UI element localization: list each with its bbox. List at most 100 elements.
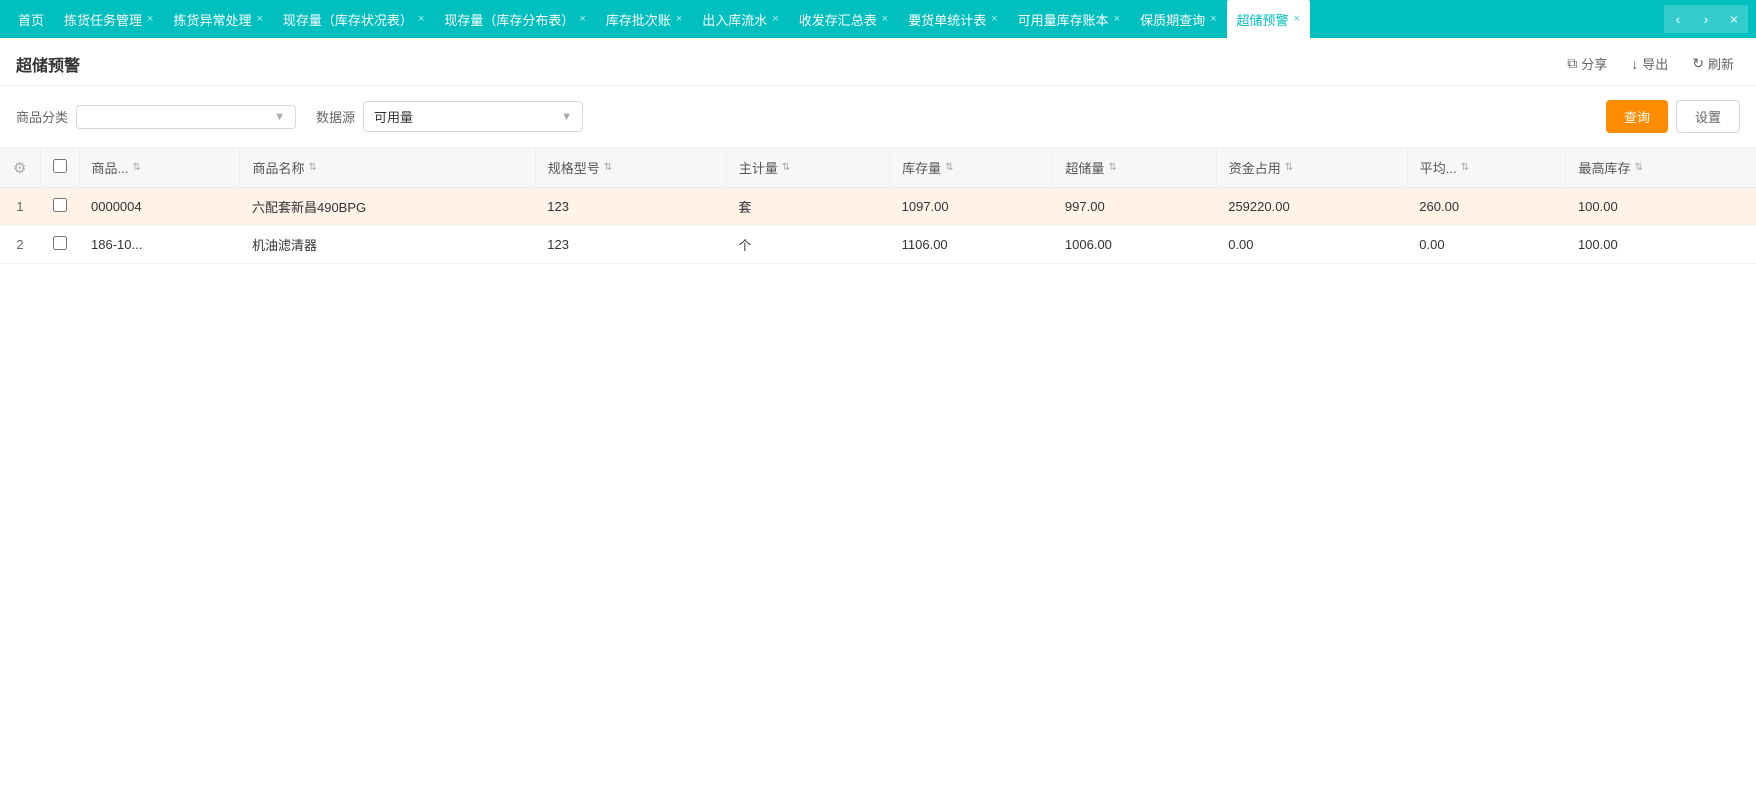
page-title-bar: 超储预警 ⧉ 分享 ↓ 导出 ↻ 刷新 (0, 38, 1756, 86)
row-stock: 1106.00 (890, 226, 1053, 264)
datasource-label: 数据源 (316, 107, 355, 126)
table-header-row: ⚙ 商品... ⇅ 商品名称 ⇅ (0, 148, 1756, 188)
category-select[interactable]: ▼ (76, 105, 296, 129)
nav-arrows: ‹ › × (1664, 5, 1748, 33)
th-stock[interactable]: 库存量 ⇅ (890, 148, 1053, 188)
th-stock-label: 库存量 (902, 158, 941, 177)
settings-button[interactable]: 设置 (1676, 100, 1740, 133)
nav-abnormal-label: 拣货异常处理 (173, 10, 251, 29)
table-wrapper: ⚙ 商品... ⇅ 商品名称 ⇅ (0, 148, 1756, 264)
datasource-select[interactable]: 可用量 ▼ (363, 101, 583, 132)
th-capital[interactable]: 资金占用 ⇅ (1216, 148, 1407, 188)
nav-available-account[interactable]: 可用量库存账本 × (1008, 0, 1130, 38)
nav-batch-account-label: 库存批次账 (606, 10, 671, 29)
nav-task-mgmt-close[interactable]: × (147, 13, 153, 25)
nav-overstock-close[interactable]: × (1294, 13, 1300, 25)
category-chevron-icon: ▼ (274, 111, 285, 123)
th-spec-label: 规格型号 (548, 158, 600, 177)
nav-stock-status-close[interactable]: × (418, 13, 424, 25)
nav-collection[interactable]: 收发存汇总表 × (789, 0, 898, 38)
filter-bar: 商品分类 ▼ 数据源 可用量 ▼ 查询 设置 (0, 86, 1756, 148)
th-code-label: 商品... (92, 158, 129, 177)
nav-batch-account[interactable]: 库存批次账 × (596, 0, 692, 38)
top-navigation: 首页 拣货任务管理 × 拣货异常处理 × 现存量（库存状况表） × 现存量（库存… (0, 0, 1756, 38)
nav-quality-check-label: 保质期查询 (1140, 10, 1205, 29)
code-sort-icon: ⇅ (132, 162, 140, 173)
stock-sort-icon: ⇅ (945, 162, 953, 173)
th-overstock[interactable]: 超储量 ⇅ (1053, 148, 1216, 188)
th-capital-label: 资金占用 (1229, 158, 1281, 177)
max-stock-sort-icon: ⇅ (1634, 162, 1642, 173)
nav-inout-flow-label: 出入库流水 (702, 10, 767, 29)
nav-abnormal-close[interactable]: × (256, 13, 262, 25)
row-checkbox[interactable] (53, 198, 67, 212)
row-code: 0000004 (79, 188, 240, 226)
select-all-checkbox[interactable] (53, 159, 67, 173)
datasource-chevron-icon: ▼ (561, 111, 572, 123)
th-avg[interactable]: 平均... ⇅ (1407, 148, 1566, 188)
nav-inout-flow-close[interactable]: × (772, 13, 778, 25)
row-max-stock: 100.00 (1566, 188, 1756, 226)
gear-icon[interactable]: ⚙ (13, 160, 26, 177)
refresh-button[interactable]: ↻ 刷新 (1686, 50, 1740, 77)
refresh-label: 刷新 (1708, 54, 1734, 73)
th-name[interactable]: 商品名称 ⇅ (240, 148, 535, 188)
capital-sort-icon: ⇅ (1285, 162, 1293, 173)
nav-overstock-label: 超储预警 (1237, 10, 1289, 29)
nav-prev-button[interactable]: ‹ (1664, 5, 1692, 33)
nav-stock-dist-label: 现存量（库存分布表） (444, 10, 574, 29)
th-code[interactable]: 商品... ⇅ (79, 148, 240, 188)
nav-abnormal[interactable]: 拣货异常处理 × (163, 0, 272, 38)
export-button[interactable]: ↓ 导出 (1625, 50, 1674, 77)
row-capital: 0.00 (1216, 226, 1407, 264)
nav-close-all-button[interactable]: × (1720, 5, 1748, 33)
table-body: 1 0000004 六配套新昌490BPG 123 套 1097.00 997.… (0, 188, 1756, 264)
category-filter: 商品分类 ▼ (16, 105, 296, 129)
nav-collection-close[interactable]: × (882, 13, 888, 25)
nav-inout-flow[interactable]: 出入库流水 × (692, 0, 788, 38)
share-label: 分享 (1581, 54, 1607, 73)
th-name-label: 商品名称 (252, 158, 304, 177)
row-unit: 套 (726, 188, 889, 226)
export-label: 导出 (1642, 54, 1668, 73)
row-code: 186-10... (79, 226, 240, 264)
nav-home[interactable]: 首页 (8, 0, 54, 38)
nav-overstock[interactable]: 超储预警 × (1227, 0, 1310, 38)
nav-order-stat-label: 要货单统计表 (908, 10, 986, 29)
row-checkbox[interactable] (53, 236, 67, 250)
nav-stock-dist[interactable]: 现存量（库存分布表） × (434, 0, 595, 38)
th-max-stock[interactable]: 最高库存 ⇅ (1566, 148, 1756, 188)
nav-next-button[interactable]: › (1692, 5, 1720, 33)
query-button[interactable]: 查询 (1606, 100, 1668, 133)
nav-stock-dist-close[interactable]: × (579, 13, 585, 25)
category-label: 商品分类 (16, 107, 68, 126)
row-stock: 1097.00 (890, 188, 1053, 226)
nav-home-label: 首页 (18, 10, 44, 29)
nav-collection-label: 收发存汇总表 (799, 10, 877, 29)
row-avg: 0.00 (1407, 226, 1566, 264)
th-avg-label: 平均... (1420, 158, 1457, 177)
nav-order-stat-close[interactable]: × (991, 13, 997, 25)
nav-order-stat[interactable]: 要货单统计表 × (898, 0, 1007, 38)
datasource-value: 可用量 (374, 107, 554, 126)
nav-available-account-close[interactable]: × (1114, 13, 1120, 25)
nav-batch-account-close[interactable]: × (676, 13, 682, 25)
name-sort-icon: ⇅ (309, 162, 317, 173)
nav-stock-status-label: 现存量（库存状况表） (283, 10, 413, 29)
table-row: 2 186-10... 机油滤清器 123 个 1106.00 1006.00 … (0, 226, 1756, 264)
nav-quality-check-close[interactable]: × (1210, 13, 1216, 25)
th-unit[interactable]: 主计量 ⇅ (726, 148, 889, 188)
row-max-stock: 100.00 (1566, 226, 1756, 264)
page-content: 超储预警 ⧉ 分享 ↓ 导出 ↻ 刷新 商品分类 ▼ 数据源 (0, 38, 1756, 800)
share-icon: ⧉ (1567, 55, 1577, 72)
nav-task-mgmt[interactable]: 拣货任务管理 × (54, 0, 163, 38)
nav-quality-check[interactable]: 保质期查询 × (1130, 0, 1226, 38)
datasource-filter: 数据源 可用量 ▼ (316, 101, 583, 132)
th-spec[interactable]: 规格型号 ⇅ (535, 148, 726, 188)
row-spec: 123 (535, 226, 726, 264)
nav-available-account-label: 可用量库存账本 (1018, 10, 1109, 29)
row-name: 机油滤清器 (240, 226, 535, 264)
share-button[interactable]: ⧉ 分享 (1561, 50, 1613, 77)
overstock-table: ⚙ 商品... ⇅ 商品名称 ⇅ (0, 148, 1756, 264)
nav-stock-status[interactable]: 现存量（库存状况表） × (273, 0, 434, 38)
